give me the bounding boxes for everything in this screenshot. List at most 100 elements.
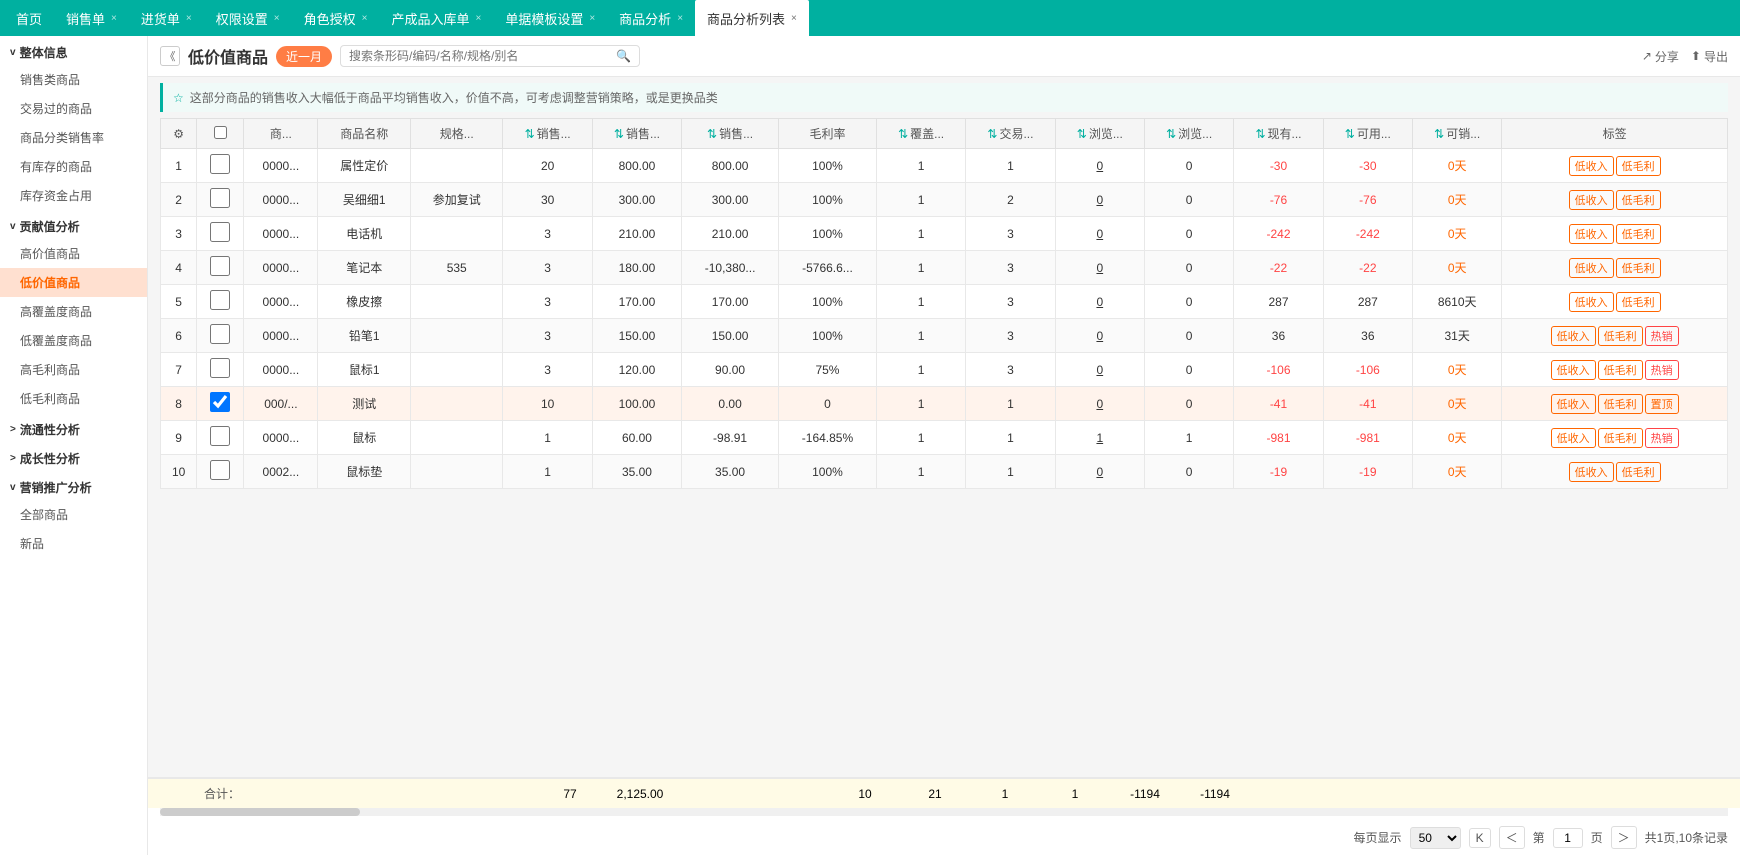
- cell-trade: 1: [966, 387, 1055, 421]
- col-header-settings[interactable]: ⚙: [161, 119, 197, 149]
- sidebar-group-整体信息[interactable]: v整体信息: [0, 36, 147, 65]
- sidebar-item-交易过的商品[interactable]: 交易过的商品: [0, 94, 147, 123]
- row-checkbox[interactable]: [210, 426, 230, 446]
- col-header-gross_rate[interactable]: 毛利率: [779, 119, 877, 149]
- cell-code: 0000...: [244, 149, 318, 183]
- sidebar-item-低毛利商品[interactable]: 低毛利商品: [0, 384, 147, 413]
- nav-item-单据模板设置[interactable]: 单据模板设置×: [493, 0, 607, 36]
- sidebar-item-高覆盖度商品[interactable]: 高覆盖度商品: [0, 297, 147, 326]
- row-checkbox[interactable]: [210, 392, 230, 412]
- cell-sales_amt: 100.00: [592, 387, 681, 421]
- page-input[interactable]: [1553, 828, 1583, 848]
- close-icon[interactable]: ×: [274, 13, 280, 24]
- col-header-browse2[interactable]: ⇅浏览...: [1144, 119, 1233, 149]
- sidebar-item-销售类商品[interactable]: 销售类商品: [0, 65, 147, 94]
- search-input[interactable]: [349, 49, 616, 63]
- browse-link[interactable]: 0: [1096, 193, 1103, 207]
- sidebar-item-高价值商品[interactable]: 高价值商品: [0, 239, 147, 268]
- cell-cover: 1: [876, 455, 965, 489]
- col-header-sales_amt[interactable]: ⇅销售...: [592, 119, 681, 149]
- col-header-saleable[interactable]: ⇅可销...: [1413, 119, 1502, 149]
- sort-icon: ⇅: [1434, 127, 1444, 141]
- browse-link[interactable]: 0: [1096, 363, 1103, 377]
- col-header-cover[interactable]: ⇅覆盖...: [876, 119, 965, 149]
- browse-link[interactable]: 0: [1096, 227, 1103, 241]
- nav-item-权限设置[interactable]: 权限设置×: [204, 0, 292, 36]
- row-checkbox[interactable]: [210, 256, 230, 276]
- sidebar-item-商品分类销售率[interactable]: 商品分类销售率: [0, 123, 147, 152]
- sidebar-item-全部商品[interactable]: 全部商品: [0, 500, 147, 529]
- next-button[interactable]: ＞: [1611, 826, 1637, 849]
- close-icon[interactable]: ×: [186, 13, 192, 24]
- browse-link[interactable]: 1: [1096, 431, 1103, 445]
- browse-link[interactable]: 0: [1096, 329, 1103, 343]
- search-icon[interactable]: 🔍: [616, 49, 631, 63]
- nav-item-销售单[interactable]: 销售单×: [54, 0, 129, 36]
- filter-button[interactable]: 近一月: [276, 46, 332, 67]
- close-icon[interactable]: ×: [677, 13, 683, 24]
- nav-item-进货单[interactable]: 进货单×: [129, 0, 204, 36]
- browse-link[interactable]: 0: [1096, 465, 1103, 479]
- close-icon[interactable]: ×: [589, 13, 595, 24]
- tag-热销: 热销: [1645, 360, 1679, 380]
- row-checkbox[interactable]: [210, 324, 230, 344]
- nav-item-角色授权[interactable]: 角色授权×: [292, 0, 380, 36]
- browse-link[interactable]: 0: [1096, 159, 1103, 173]
- export-button[interactable]: ⬆ 导出: [1691, 48, 1728, 65]
- sidebar-group-营销推广分析[interactable]: v营销推广分析: [0, 471, 147, 500]
- cell-no: 2: [161, 183, 197, 217]
- cell-sales_amt: 35.00: [592, 455, 681, 489]
- col-header-browse1[interactable]: ⇅浏览...: [1055, 119, 1144, 149]
- close-icon[interactable]: ×: [362, 13, 368, 24]
- nav-item-商品分析[interactable]: 商品分析×: [607, 0, 695, 36]
- collapse-button[interactable]: 《: [160, 46, 180, 66]
- sidebar-item-低覆盖度商品[interactable]: 低覆盖度商品: [0, 326, 147, 355]
- col-header-name[interactable]: 商品名称: [318, 119, 411, 149]
- select-all-checkbox[interactable]: [214, 126, 227, 139]
- cell-tags: 低收入低毛利: [1502, 183, 1728, 217]
- row-checkbox[interactable]: [210, 290, 230, 310]
- cell-tags: 低收入低毛利热销: [1502, 353, 1728, 387]
- col-header-available[interactable]: ⇅可用...: [1323, 119, 1412, 149]
- row-checkbox[interactable]: [210, 358, 230, 378]
- prev-first-button[interactable]: K: [1469, 828, 1491, 848]
- sidebar-item-低价值商品[interactable]: 低价值商品: [0, 268, 147, 297]
- row-checkbox[interactable]: [210, 460, 230, 480]
- col-header-spec[interactable]: 规格...: [410, 119, 503, 149]
- sidebar-item-新品[interactable]: 新品: [0, 529, 147, 558]
- sidebar-item-库存资金占用[interactable]: 库存资金占用: [0, 181, 147, 210]
- row-checkbox[interactable]: [210, 188, 230, 208]
- browse-link[interactable]: 0: [1096, 397, 1103, 411]
- prev-button[interactable]: ＜: [1499, 826, 1525, 849]
- sidebar-group-贡献值分析[interactable]: v贡献值分析: [0, 210, 147, 239]
- sidebar-group-流通性分析[interactable]: >流通性分析: [0, 413, 147, 442]
- cell-checkbox: [197, 455, 244, 489]
- col-header-trade[interactable]: ⇅交易...: [966, 119, 1055, 149]
- total-cell-10: 21: [900, 787, 970, 801]
- sidebar-item-有库存的商品[interactable]: 有库存的商品: [0, 152, 147, 181]
- row-checkbox[interactable]: [210, 222, 230, 242]
- nav-item-产成品入库单[interactable]: 产成品入库单×: [379, 0, 493, 36]
- sidebar-group-成长性分析[interactable]: >成长性分析: [0, 442, 147, 471]
- col-header-tags[interactable]: 标签: [1502, 119, 1728, 149]
- sidebar-item-高毛利商品[interactable]: 高毛利商品: [0, 355, 147, 384]
- col-header-no[interactable]: 商...: [244, 119, 318, 149]
- browse-link[interactable]: 0: [1096, 261, 1103, 275]
- page-size-label: 每页显示: [1354, 829, 1402, 846]
- col-header-current[interactable]: ⇅现有...: [1234, 119, 1323, 149]
- share-button[interactable]: ↗ 分享: [1642, 48, 1679, 65]
- close-icon[interactable]: ×: [475, 13, 481, 24]
- col-header-sales_avg[interactable]: ⇅销售...: [682, 119, 779, 149]
- close-icon[interactable]: ×: [791, 13, 797, 24]
- browse-link[interactable]: 0: [1096, 295, 1103, 309]
- col-header-sales_qty[interactable]: ⇅销售...: [503, 119, 592, 149]
- row-checkbox[interactable]: [210, 154, 230, 174]
- cell-name: 电话机: [318, 217, 411, 251]
- cell-cover: 1: [876, 421, 965, 455]
- cell-spec: [410, 387, 503, 421]
- nav-item-商品分析列表[interactable]: 商品分析列表×: [695, 0, 809, 36]
- nav-item-首页[interactable]: 首页: [4, 0, 54, 36]
- col-header-checkbox[interactable]: [197, 119, 244, 149]
- page-size-select[interactable]: 50 100: [1410, 827, 1461, 849]
- close-icon[interactable]: ×: [111, 13, 117, 24]
